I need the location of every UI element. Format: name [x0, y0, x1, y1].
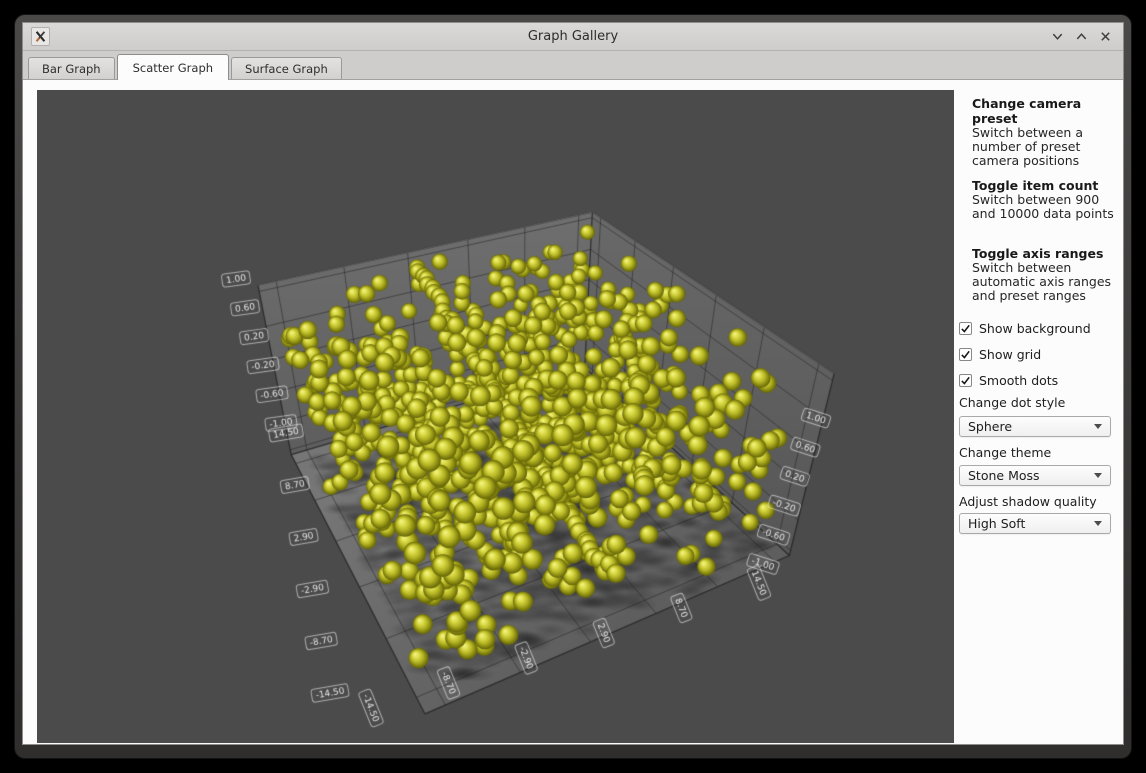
chevron-down-icon — [1094, 521, 1102, 526]
theme-label: Change theme — [959, 445, 1052, 460]
checkbox-label: Show background — [979, 321, 1091, 336]
change-camera-preset-button[interactable]: Change camera preset Switch between a nu… — [972, 96, 1128, 168]
command-description: Switch between automatic axis ranges and… — [972, 260, 1112, 303]
toggle-item-count-button[interactable]: Toggle item count Switch between 900 and… — [972, 178, 1128, 221]
window-title: Graph Gallery — [527, 29, 619, 44]
tab-scatter-graph[interactable]: Scatter Graph — [116, 54, 230, 80]
dropdown-value: High Soft — [968, 516, 1026, 531]
checkbox[interactable] — [959, 348, 972, 361]
command-title: Toggle item count — [972, 178, 1099, 193]
scatter-3d-view[interactable] — [37, 90, 954, 743]
content-pane: Change camera preset Switch between a nu… — [23, 80, 1123, 744]
dropdown-value: Stone Moss — [968, 468, 1040, 483]
show-background-checkbox-row[interactable]: Show background — [959, 321, 1091, 336]
window-inner: Graph Gallery Bar Graph Scatter Graph Su… — [23, 23, 1123, 744]
tab-bar: Bar Graph Scatter Graph Surface Graph — [23, 51, 1123, 80]
chevron-down-icon — [1094, 424, 1102, 429]
command-description: Switch between a number of preset camera… — [972, 125, 1083, 168]
chevron-down-icon — [1094, 473, 1102, 478]
shadow-quality-label: Adjust shadow quality — [959, 494, 1097, 509]
checkbox[interactable] — [959, 322, 972, 335]
close-button[interactable] — [1093, 26, 1117, 48]
checkbox[interactable] — [959, 374, 972, 387]
window-controls — [1045, 26, 1123, 48]
toggle-axis-ranges-button[interactable]: Toggle axis ranges Switch between automa… — [972, 246, 1128, 303]
shadow-quality-dropdown[interactable]: High Soft — [959, 513, 1111, 534]
minimize-button[interactable] — [1045, 26, 1069, 48]
title-bar[interactable]: Graph Gallery — [23, 23, 1123, 51]
sidebar: Change camera preset Switch between a nu… — [958, 80, 1140, 744]
checkbox-label: Smooth dots — [979, 373, 1059, 388]
checkmark-icon — [961, 350, 970, 359]
tab-bar-graph[interactable]: Bar Graph — [28, 57, 115, 79]
checkbox-label: Show grid — [979, 347, 1042, 362]
show-grid-checkbox-row[interactable]: Show grid — [959, 347, 1041, 362]
chevron-up-icon — [1076, 33, 1086, 40]
command-title: Change camera preset — [972, 96, 1082, 126]
dropdown-value: Sphere — [968, 419, 1013, 434]
smooth-dots-checkbox-row[interactable]: Smooth dots — [959, 373, 1058, 388]
checkmark-icon — [961, 376, 970, 385]
dot-style-label: Change dot style — [959, 395, 1066, 410]
dot-style-dropdown[interactable]: Sphere — [959, 416, 1111, 437]
theme-dropdown[interactable]: Stone Moss — [959, 465, 1111, 486]
command-title: Toggle axis ranges — [972, 246, 1104, 261]
close-x-icon — [1100, 32, 1110, 41]
app-window: Graph Gallery Bar Graph Scatter Graph Su… — [14, 14, 1132, 759]
tab-surface-graph[interactable]: Surface Graph — [231, 57, 342, 79]
maximize-button[interactable] — [1069, 26, 1093, 48]
command-description: Switch between 900 and 10000 data points — [972, 192, 1114, 221]
chevron-down-icon — [1052, 33, 1062, 40]
checkmark-icon — [961, 324, 970, 333]
